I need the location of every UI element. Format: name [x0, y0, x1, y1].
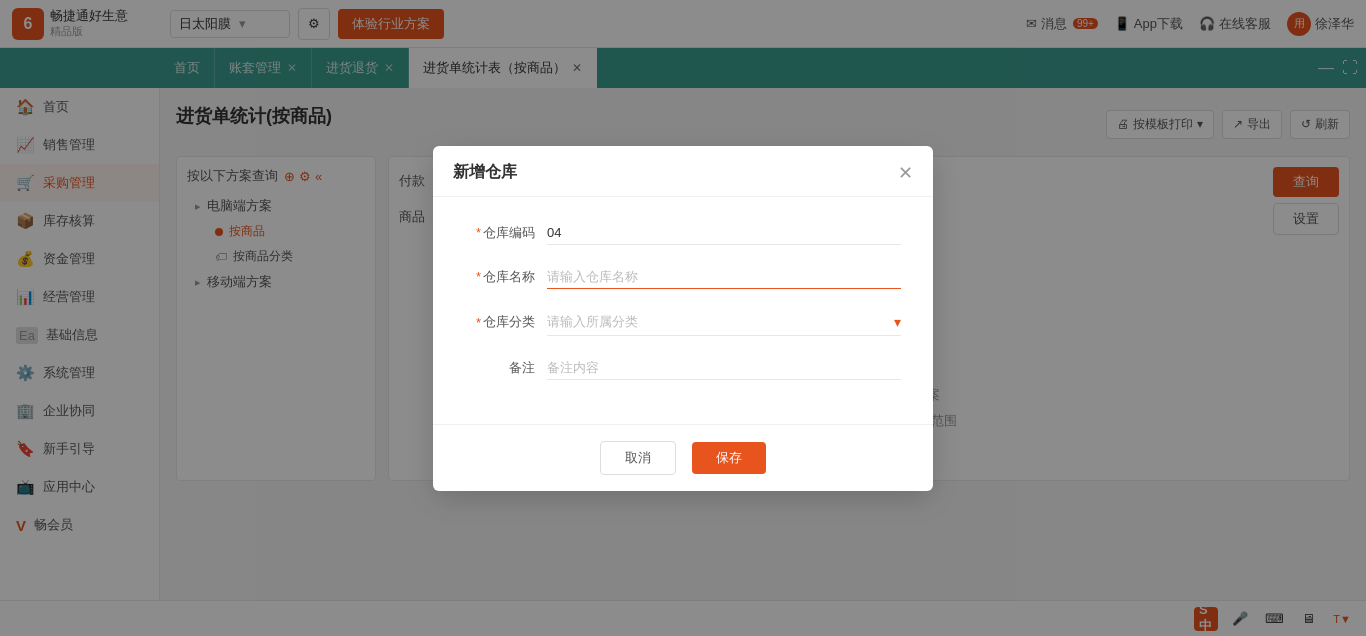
remark-input[interactable] — [547, 356, 901, 380]
warehouse-code-label: * 仓库编码 — [465, 224, 535, 242]
dialog-close-button[interactable]: ✕ — [898, 162, 913, 184]
dialog-header: 新增仓库 ✕ — [433, 146, 933, 197]
warehouse-category-label: * 仓库分类 — [465, 313, 535, 331]
category-dropdown-icon: ▾ — [894, 314, 901, 330]
dialog-body: * 仓库编码 * 仓库名称 * 仓库分类 请输入所属 — [433, 197, 933, 424]
warehouse-name-input[interactable] — [547, 265, 901, 289]
modal-overlay: 新增仓库 ✕ * 仓库编码 * 仓库名称 — [0, 0, 1366, 636]
cancel-button[interactable]: 取消 — [600, 441, 676, 475]
warehouse-category-placeholder: 请输入所属分类 — [547, 313, 894, 331]
warehouse-category-row: * 仓库分类 请输入所属分类 ▾ — [465, 309, 901, 336]
new-warehouse-dialog: 新增仓库 ✕ * 仓库编码 * 仓库名称 — [433, 146, 933, 491]
warehouse-category-select[interactable]: 请输入所属分类 ▾ — [547, 309, 901, 336]
save-button[interactable]: 保存 — [692, 442, 766, 474]
dialog-footer: 取消 保存 — [433, 424, 933, 491]
dialog-title: 新增仓库 — [453, 162, 517, 183]
remark-label: 备注 — [465, 359, 535, 377]
warehouse-code-input[interactable] — [547, 221, 901, 245]
warehouse-name-label: * 仓库名称 — [465, 268, 535, 286]
remark-row: 备注 — [465, 356, 901, 380]
warehouse-name-row: * 仓库名称 — [465, 265, 901, 289]
warehouse-code-row: * 仓库编码 — [465, 221, 901, 245]
